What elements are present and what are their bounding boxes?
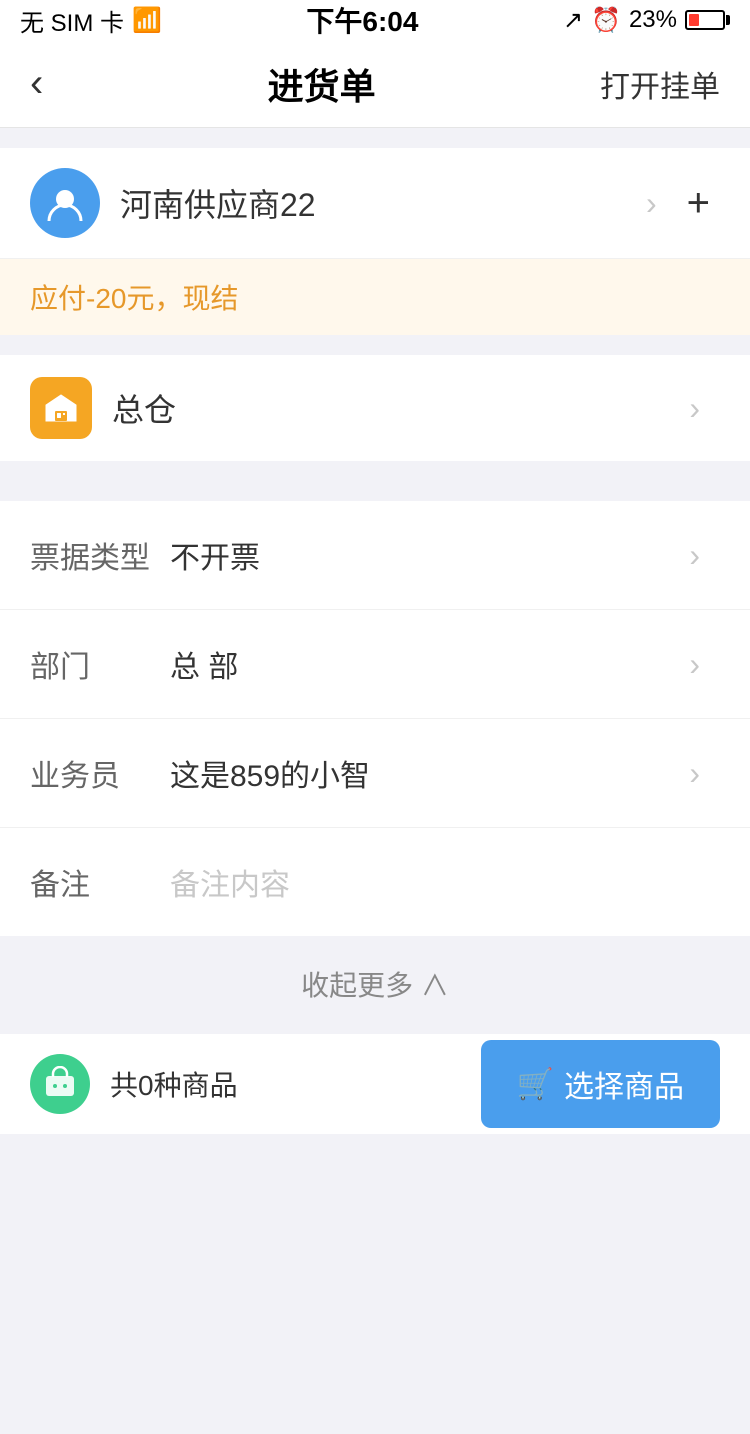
open-pending-button[interactable]: 打开挂单 bbox=[600, 62, 720, 106]
bottom-bar: 共0种商品 🛒 选择商品 bbox=[0, 1034, 750, 1134]
section-gap-1 bbox=[0, 128, 750, 148]
supplier-name: 河南供应商22 bbox=[120, 180, 646, 226]
supplier-chevron-icon: › bbox=[646, 185, 657, 222]
battery-percent: 23% bbox=[629, 6, 677, 34]
wifi-icon: 📶 bbox=[132, 6, 162, 35]
department-chevron-icon: › bbox=[689, 646, 700, 683]
carrier-label: 无 SIM 卡 bbox=[20, 3, 124, 38]
status-right: ↗ ⏰ 23% bbox=[563, 6, 730, 35]
salesperson-chevron-icon: › bbox=[689, 755, 700, 792]
department-label: 部门 bbox=[30, 642, 150, 686]
supplier-notice: 应付-20元，现结 bbox=[0, 259, 750, 335]
product-icon bbox=[30, 1054, 90, 1114]
status-time: 下午6:04 bbox=[306, 0, 418, 40]
warehouse-row[interactable]: 总仓 › bbox=[0, 355, 750, 461]
form-section: 票据类型 不开票 › 部门 总 部 › 业务员 这是859的小智 › 备注 备注… bbox=[0, 501, 750, 936]
department-row[interactable]: 部门 总 部 › bbox=[0, 610, 750, 719]
section-gap-2 bbox=[0, 335, 750, 355]
salesperson-label: 业务员 bbox=[30, 751, 150, 795]
supplier-section: 河南供应商22 › + 应付-20元，现结 bbox=[0, 148, 750, 335]
invoice-type-chevron-icon: › bbox=[689, 537, 700, 574]
add-supplier-button[interactable]: + bbox=[677, 181, 720, 226]
warehouse-chevron-icon: › bbox=[689, 390, 700, 427]
select-product-button[interactable]: 🛒 选择商品 bbox=[481, 1040, 720, 1128]
warehouse-icon bbox=[30, 377, 92, 439]
department-value: 总 部 bbox=[150, 642, 689, 686]
supplier-row[interactable]: 河南供应商22 › + bbox=[0, 148, 750, 259]
status-left: 无 SIM 卡 📶 bbox=[20, 3, 162, 38]
remark-placeholder[interactable]: 备注内容 bbox=[150, 860, 720, 904]
section-gap-3 bbox=[0, 461, 750, 481]
invoice-type-row[interactable]: 票据类型 不开票 › bbox=[0, 501, 750, 610]
warehouse-section: 总仓 › bbox=[0, 355, 750, 461]
back-button[interactable]: ‹ bbox=[30, 61, 43, 106]
select-product-label: 选择商品 bbox=[564, 1062, 684, 1106]
invoice-type-label: 票据类型 bbox=[30, 533, 150, 577]
warehouse-name: 总仓 bbox=[112, 385, 689, 431]
supplier-avatar bbox=[30, 168, 100, 238]
battery-icon bbox=[685, 10, 730, 30]
collapse-button[interactable]: 收起更多 ∧ bbox=[0, 936, 750, 1032]
location-icon: ↗ bbox=[563, 6, 583, 35]
select-product-icon: 🛒 bbox=[517, 1067, 554, 1102]
status-bar: 无 SIM 卡 📶 下午6:04 ↗ ⏰ 23% bbox=[0, 0, 750, 40]
nav-bar: ‹ 进货单 打开挂单 bbox=[0, 40, 750, 128]
remark-label: 备注 bbox=[30, 860, 150, 904]
alarm-icon: ⏰ bbox=[591, 6, 621, 35]
page-title: 进货单 bbox=[268, 58, 376, 110]
page-background bbox=[0, 1134, 750, 1434]
remark-row[interactable]: 备注 备注内容 bbox=[0, 828, 750, 936]
invoice-type-value: 不开票 bbox=[150, 533, 689, 577]
salesperson-row[interactable]: 业务员 这是859的小智 › bbox=[0, 719, 750, 828]
product-count-label: 共0种商品 bbox=[110, 1064, 481, 1104]
salesperson-value: 这是859的小智 bbox=[150, 751, 689, 795]
